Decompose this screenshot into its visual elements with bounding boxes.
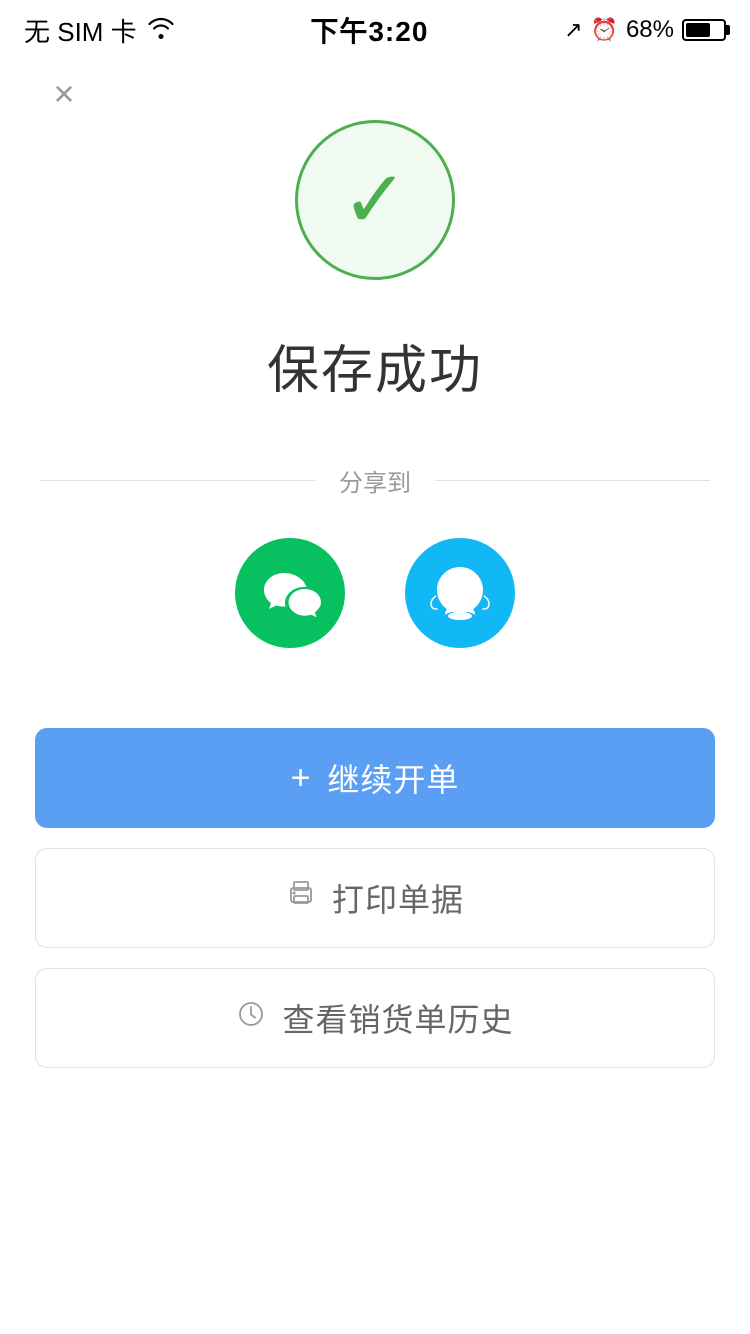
- wifi-icon: [147, 15, 175, 46]
- share-label: 分享到: [315, 463, 435, 498]
- status-time: 下午3:20: [310, 10, 428, 50]
- share-icons: [235, 538, 515, 648]
- print-icon: [286, 879, 316, 917]
- close-button[interactable]: ×: [40, 70, 88, 118]
- status-indicators: ↗ ⏰ 68%: [564, 16, 726, 44]
- print-label: 打印单据: [332, 875, 464, 921]
- share-wechat-button[interactable]: [235, 538, 345, 648]
- history-icon: [236, 999, 266, 1037]
- plus-icon: +: [291, 759, 312, 798]
- history-button[interactable]: 查看销货单历史: [35, 968, 715, 1068]
- qq-icon: [428, 561, 492, 625]
- alarm-icon: ⏰: [591, 17, 618, 43]
- share-divider: 分享到: [0, 463, 750, 498]
- print-button[interactable]: 打印单据: [35, 848, 715, 948]
- battery-icon: [682, 19, 726, 41]
- success-title: 保存成功: [267, 328, 483, 403]
- checkmark-icon: ✓: [341, 160, 408, 240]
- wechat-icon: [258, 561, 322, 625]
- action-buttons: + 继续开单 打印单据 查看销货单历史: [35, 728, 715, 1068]
- share-qq-button[interactable]: [405, 538, 515, 648]
- carrier-text: 无 SIM 卡: [24, 12, 137, 49]
- battery-text: 68%: [626, 16, 674, 44]
- history-label: 查看销货单历史: [282, 995, 513, 1041]
- location-icon: ↗: [564, 17, 582, 43]
- continue-button[interactable]: + 继续开单: [35, 728, 715, 828]
- close-icon: ×: [53, 76, 74, 112]
- status-bar: 无 SIM 卡 下午3:20 ↗ ⏰ 68%: [0, 0, 750, 60]
- success-circle: ✓: [295, 120, 455, 280]
- status-carrier: 无 SIM 卡: [24, 12, 175, 49]
- main-content: ✓ 保存成功 分享到: [0, 60, 750, 1068]
- continue-label: 继续开单: [327, 755, 459, 801]
